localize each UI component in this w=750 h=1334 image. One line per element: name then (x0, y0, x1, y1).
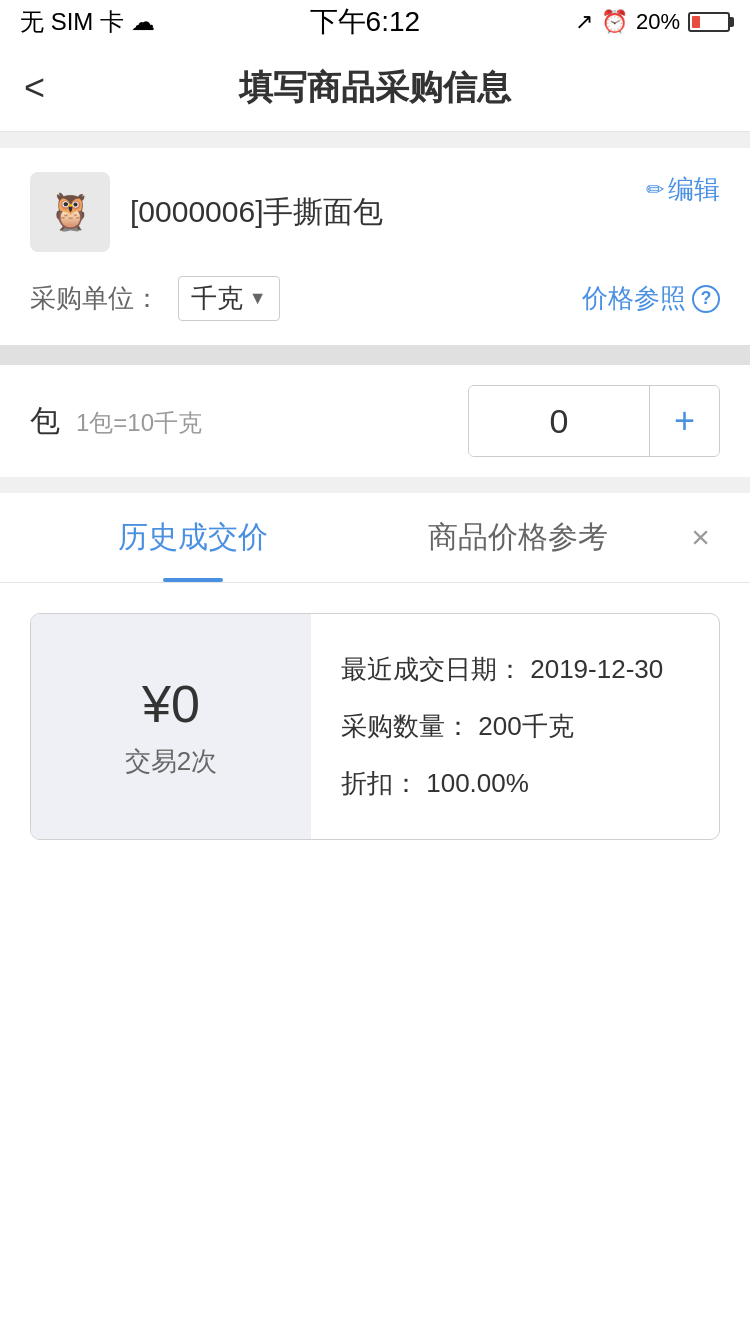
unit-area: 采购单位： 千克 ▼ (30, 276, 280, 321)
product-section: 🦉 [0000006]手撕面包 ✏ 编辑 采购单位： 千克 ▼ 价格参照 ? (0, 148, 750, 345)
price-card: ¥0 交易2次 最近成交日期： 2019-12-30 采购数量： 200千克 折… (30, 613, 720, 840)
product-thumbnail: 🦉 (30, 172, 110, 252)
battery-percent: 20% (636, 9, 680, 35)
product-name: [0000006]手撕面包 (130, 192, 383, 233)
price-card-container: ¥0 交易2次 最近成交日期： 2019-12-30 采购数量： 200千克 折… (0, 583, 750, 870)
tab-close-button[interactable]: × (681, 499, 720, 576)
price-amount: ¥0 (142, 674, 200, 734)
quantity-conversion: 1包=10千克 (76, 407, 202, 439)
product-logo-icon: 🦉 (48, 191, 93, 233)
discount-row: 折扣： 100.00% (341, 764, 689, 803)
recent-date-value: 2019-12-30 (530, 654, 663, 684)
edit-icon: ✏ (646, 177, 664, 203)
battery-icon (688, 12, 730, 32)
quantity-plus-button[interactable]: + (649, 386, 719, 456)
section-divider (0, 345, 750, 365)
location-icon: ↗ (575, 9, 593, 35)
quantity-label-area: 包 1包=10千克 (30, 401, 202, 442)
page-title: 填写商品采购信息 (239, 65, 511, 111)
unit-value: 千克 (191, 281, 243, 316)
status-time: 下午6:12 (310, 3, 421, 41)
quantity-section: 包 1包=10千克 + (0, 365, 750, 477)
tab-header: 历史成交价 商品价格参考 × (0, 493, 750, 583)
unit-dropdown-icon: ▼ (249, 288, 267, 309)
price-card-right: 最近成交日期： 2019-12-30 采购数量： 200千克 折扣： 100.0… (311, 614, 719, 839)
edit-label: 编辑 (668, 172, 720, 207)
tab-history-price[interactable]: 历史成交价 (30, 493, 356, 582)
tab-panel: 历史成交价 商品价格参考 × ¥0 交易2次 最近成交日期： 2019-12-3… (0, 493, 750, 870)
status-left: 无 SIM 卡 ☁ (20, 6, 155, 38)
product-header: 🦉 [0000006]手撕面包 ✏ 编辑 (30, 172, 720, 252)
price-transactions: 交易2次 (125, 744, 217, 779)
price-card-left: ¥0 交易2次 (31, 614, 311, 839)
purchase-qty-label: 采购数量： (341, 711, 471, 741)
nav-bar: < 填写商品采购信息 (0, 44, 750, 132)
edit-button[interactable]: ✏ 编辑 (646, 172, 720, 207)
tab-product-price-ref[interactable]: 商品价格参考 (356, 493, 682, 582)
help-icon: ? (692, 285, 720, 313)
status-bar: 无 SIM 卡 ☁ 下午6:12 ↗ ⏰ 20% (0, 0, 750, 44)
signal-text: 无 SIM 卡 ☁ (20, 6, 155, 38)
purchase-qty-value: 200千克 (478, 711, 573, 741)
unit-select-button[interactable]: 千克 ▼ (178, 276, 280, 321)
discount-value: 100.00% (426, 768, 529, 798)
recent-date-label: 最近成交日期： (341, 654, 523, 684)
product-left: 🦉 [0000006]手撕面包 (30, 172, 383, 252)
quantity-control: + (468, 385, 720, 457)
quantity-input[interactable] (469, 386, 649, 456)
price-ref-label: 价格参照 (582, 281, 686, 316)
quantity-unit: 包 (30, 401, 60, 442)
bottom-area (0, 870, 750, 1334)
product-unit-row: 采购单位： 千克 ▼ 价格参照 ? (30, 276, 720, 321)
status-right: ↗ ⏰ 20% (575, 9, 730, 35)
purchase-qty-row: 采购数量： 200千克 (341, 707, 689, 746)
recent-date-row: 最近成交日期： 2019-12-30 (341, 650, 689, 689)
purchase-unit-label: 采购单位： (30, 283, 160, 313)
back-button[interactable]: < (24, 67, 45, 109)
alarm-icon: ⏰ (601, 9, 628, 35)
discount-label: 折扣： (341, 768, 419, 798)
price-ref-button[interactable]: 价格参照 ? (582, 281, 720, 316)
